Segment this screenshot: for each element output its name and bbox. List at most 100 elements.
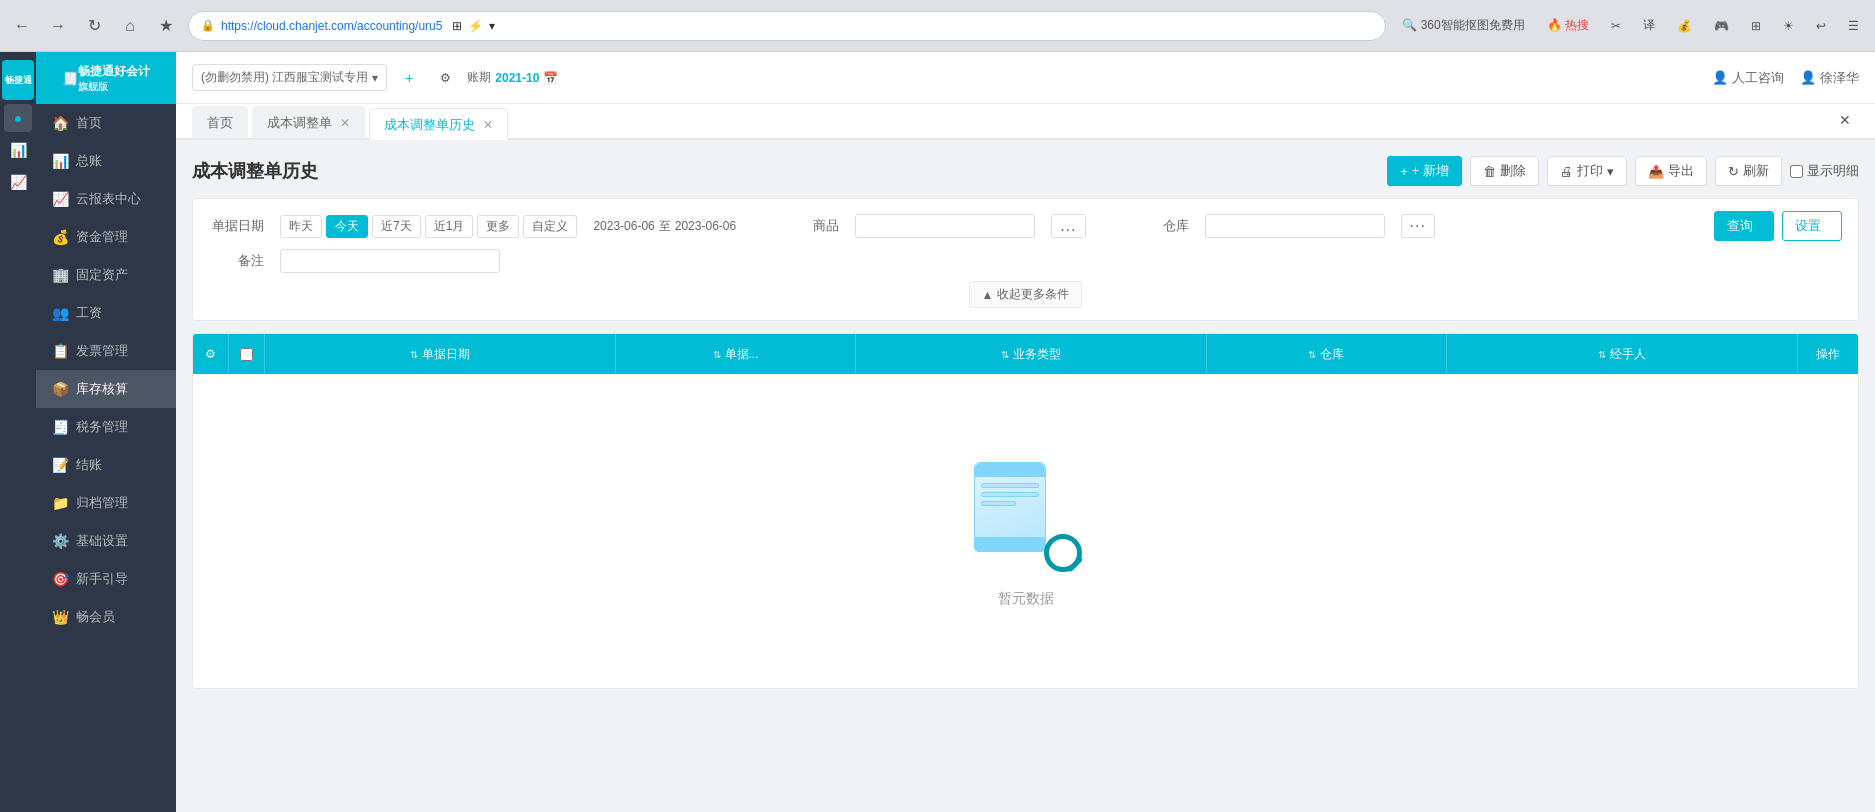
sidebar-item-inventory[interactable]: 📦 库存核算	[36, 370, 176, 408]
archive-icon: 📁	[52, 495, 68, 511]
sidebar-item-payroll[interactable]: 👥 工资	[36, 294, 176, 332]
select-all-checkbox[interactable]	[240, 348, 253, 361]
menu-button[interactable]: ☰	[1840, 17, 1867, 35]
forward-button[interactable]: →	[44, 12, 72, 40]
reload-button[interactable]: ↻	[80, 12, 108, 40]
show-cols-input[interactable]	[1790, 165, 1803, 178]
app-brand-header: 🧾 畅捷通好会计 旗舰版	[36, 52, 176, 104]
sidebar-icon-ledger[interactable]: 📊	[4, 136, 32, 164]
sidebar-icon-home[interactable]: ●	[4, 104, 32, 132]
undo-button[interactable]: ↩	[1808, 17, 1834, 35]
tab-cost-adjust-history[interactable]: 成本调整单历史 ✕	[369, 108, 508, 140]
sidebar-item-inventory-label: 库存核算	[76, 380, 128, 398]
query-button[interactable]: 查询	[1714, 211, 1774, 241]
brand-name: 畅捷通好会计	[78, 63, 150, 80]
sidebar-logo: 畅捷通	[2, 60, 34, 100]
sidebar-item-assets[interactable]: 🏢 固定资产	[36, 256, 176, 294]
address-bar[interactable]: 🔒 https://cloud.chanjet.com/accounting/u…	[188, 11, 1386, 41]
warehouse-more-btn[interactable]: ···	[1401, 214, 1435, 238]
company-settings-icon[interactable]: ⚙	[431, 64, 459, 92]
home-icon: 🏠	[52, 115, 68, 131]
sidebar-item-funds[interactable]: 💰 资金管理	[36, 218, 176, 256]
yesterday-btn[interactable]: 昨天	[280, 215, 322, 238]
sidebar-item-vip[interactable]: 👑 畅会员	[36, 598, 176, 636]
sidebar-item-close[interactable]: 📝 结账	[36, 446, 176, 484]
th-date[interactable]: ⇅ 单据日期	[265, 334, 616, 374]
table-header: ⚙ ⇅ 单据日期 ⇅ 单据... ⇅ 业务类型	[193, 334, 1858, 374]
calendar-icon[interactable]: 📅	[543, 71, 558, 85]
home-button[interactable]: ⌂	[116, 12, 144, 40]
sidebar-item-guide-label: 新手引导	[76, 570, 128, 588]
print-button[interactable]: 🖨 打印 ▾	[1547, 156, 1627, 186]
brightness-button[interactable]: ☀	[1775, 17, 1802, 35]
sidebar-item-tax[interactable]: 🧾 税务管理	[36, 408, 176, 446]
show-cols-checkbox[interactable]: 显示明细	[1790, 162, 1859, 180]
search-tool-button[interactable]: 🔍 360智能抠图免费用	[1394, 15, 1532, 36]
tab-home[interactable]: 首页	[192, 106, 248, 138]
export-button[interactable]: 📤 导出	[1635, 156, 1707, 186]
icon-sidebar: 畅捷通 ● 📊 📈	[0, 52, 36, 812]
back-button[interactable]: ←	[8, 12, 36, 40]
more-date-btn[interactable]: 更多	[477, 215, 519, 238]
goods-input[interactable]	[855, 214, 1035, 238]
scissors-button[interactable]: ✂	[1603, 17, 1629, 35]
assets-icon: 🏢	[52, 267, 68, 283]
grid-button[interactable]: ⊞	[1743, 17, 1769, 35]
translate-button[interactable]: 译	[1635, 15, 1663, 36]
sidebar-item-ledger[interactable]: 📊 总账	[36, 142, 176, 180]
sort-icon-biz: ⇅	[1001, 349, 1009, 360]
empty-state: 暂元数据	[193, 374, 1858, 688]
th-settings[interactable]: ⚙	[193, 334, 229, 374]
date-from: 2023-06-06	[593, 219, 654, 233]
sidebar-item-settings[interactable]: ⚙️ 基础设置	[36, 522, 176, 560]
close-all-tabs-button[interactable]: ✕	[1831, 106, 1859, 134]
last1month-btn[interactable]: 近1月	[425, 215, 474, 238]
th-date-label: 单据日期	[422, 346, 470, 363]
last7days-btn[interactable]: 近7天	[372, 215, 421, 238]
delete-button[interactable]: 🗑 删除	[1470, 156, 1539, 186]
sidebar-item-settings-label: 基础设置	[76, 532, 128, 550]
tab-cost-adjust[interactable]: 成本调整单 ✕	[252, 106, 365, 138]
today-btn[interactable]: 今天	[326, 215, 368, 238]
th-voucher[interactable]: ⇅ 单据...	[616, 334, 856, 374]
user-service-button[interactable]: 👤 人工咨询	[1712, 69, 1784, 87]
tab-cost-adjust-history-label: 成本调整单历史	[384, 116, 475, 134]
sidebar-item-archive[interactable]: 📁 归档管理	[36, 484, 176, 522]
sidebar-item-close-label: 结账	[76, 456, 102, 474]
th-biz-type[interactable]: ⇅ 业务类型	[856, 334, 1207, 374]
remark-input[interactable]	[280, 249, 500, 273]
wallet-button[interactable]: 💰	[1669, 17, 1700, 35]
add-company-button[interactable]: +	[395, 64, 423, 92]
lock-icon: 🔒	[201, 19, 215, 32]
sidebar-item-guide[interactable]: 🎯 新手引导	[36, 560, 176, 598]
sidebar-item-invoice-label: 发票管理	[76, 342, 128, 360]
payroll-icon: 👥	[52, 305, 68, 321]
hot-search-button[interactable]: 🔥 热搜	[1539, 15, 1597, 36]
tab-cost-adjust-history-close-icon[interactable]: ✕	[483, 118, 493, 132]
company-name: (勿删勿禁用) 江西服宝测试专用	[201, 69, 368, 86]
filter-area: 单据日期 昨天 今天 近7天 近1月 更多 自定义 2023-06-06 至 2…	[192, 198, 1859, 321]
th-warehouse[interactable]: ⇅ 仓库	[1207, 334, 1447, 374]
new-button[interactable]: + + 新增	[1387, 156, 1462, 186]
refresh-button[interactable]: ↻ 刷新	[1715, 156, 1782, 186]
bookmark-button[interactable]: ★	[152, 12, 180, 40]
warehouse-filter-label: 仓库	[1134, 217, 1189, 235]
sidebar-item-home[interactable]: 🏠 首页	[36, 104, 176, 142]
th-checkbox[interactable]	[229, 334, 265, 374]
custom-date-btn[interactable]: 自定义	[523, 215, 577, 238]
user-profile-button[interactable]: 👤 徐泽华	[1800, 69, 1859, 87]
sidebar-item-invoice[interactable]: 📋 发票管理	[36, 332, 176, 370]
settings-col-icon: ⚙	[205, 347, 216, 361]
th-operator[interactable]: ⇅ 经手人	[1447, 334, 1798, 374]
sidebar-icon-reports[interactable]: 📈	[4, 168, 32, 196]
goods-more-btn[interactable]: ...	[1051, 214, 1085, 238]
company-selector[interactable]: (勿删勿禁用) 江西服宝测试专用 ▾	[192, 64, 387, 91]
collapse-button[interactable]: ▲ 收起更多条件	[969, 281, 1083, 308]
warehouse-input[interactable]	[1205, 214, 1385, 238]
settings-filter-button[interactable]: 设置	[1782, 211, 1842, 241]
tab-cost-adjust-close-icon[interactable]: ✕	[340, 116, 350, 130]
game-button[interactable]: 🎮	[1706, 17, 1737, 35]
sidebar-item-reports[interactable]: 📈 云报表中心	[36, 180, 176, 218]
nav-sidebar: 🧾 畅捷通好会计 旗舰版 🏠 首页 📊 总账 📈 云报表中心 💰 资金管理 🏢 …	[36, 52, 176, 812]
th-operator-label: 经手人	[1610, 346, 1646, 363]
